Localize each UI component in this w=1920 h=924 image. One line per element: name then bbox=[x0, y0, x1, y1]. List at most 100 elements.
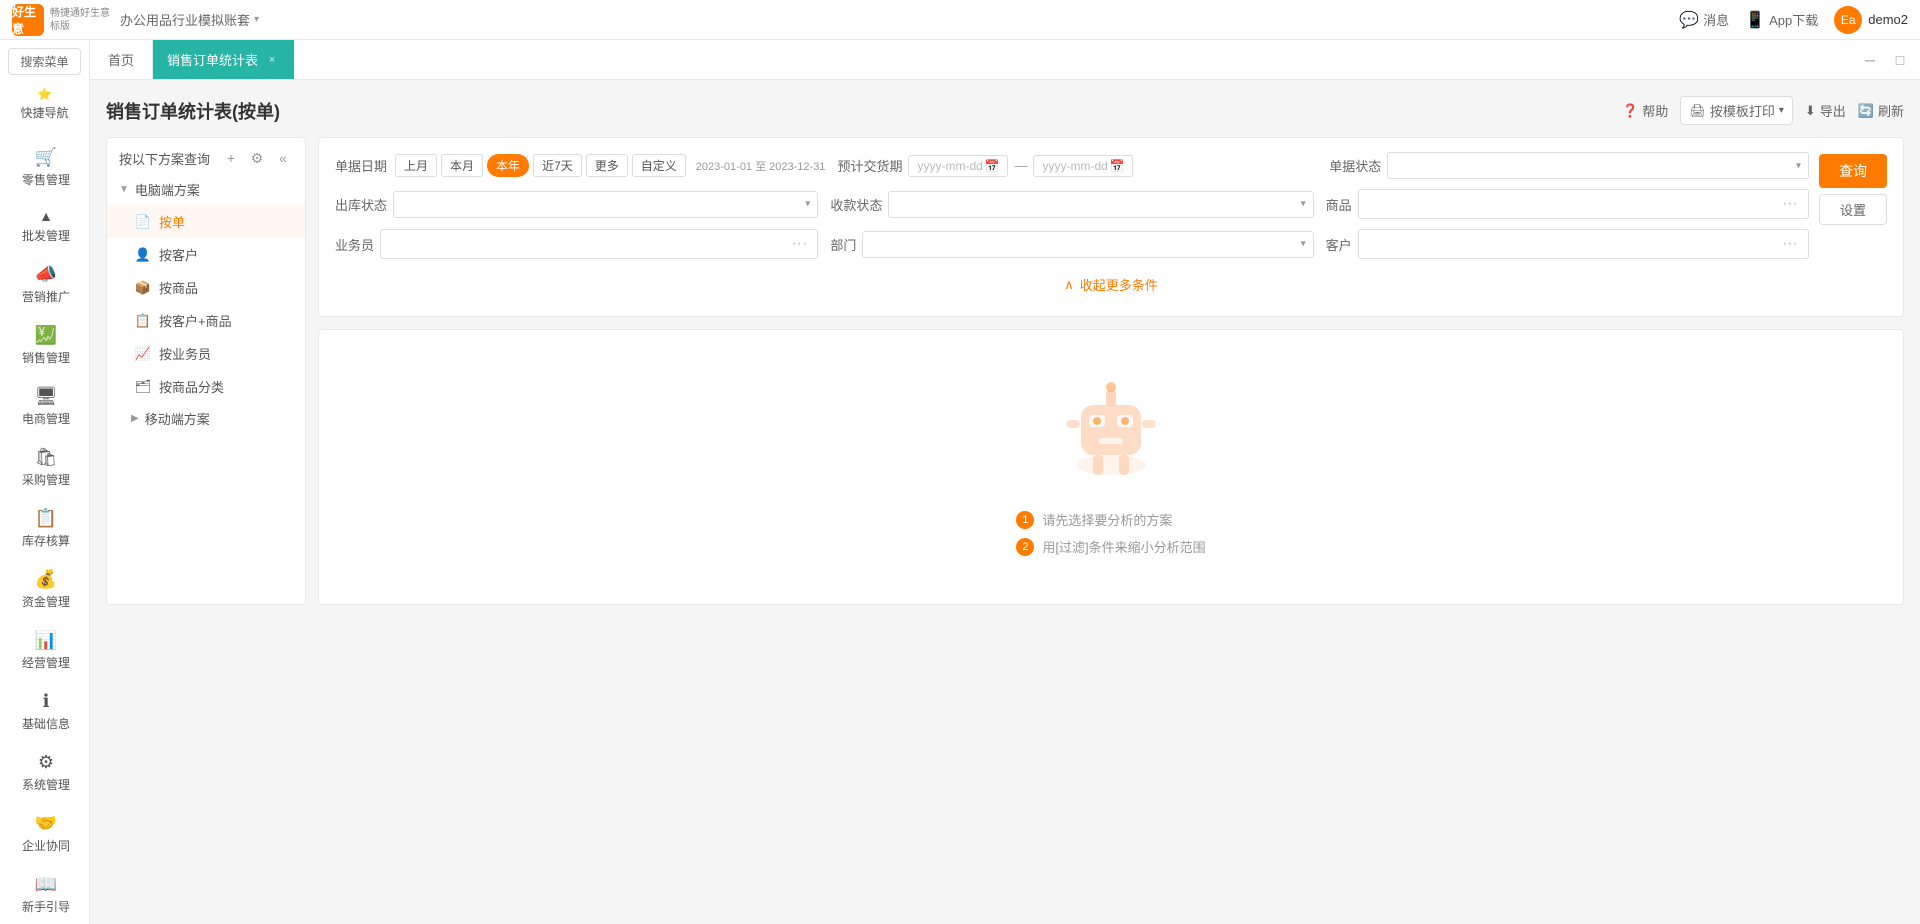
mobile-group-chevron-icon: ▶ bbox=[131, 413, 139, 424]
sidebar-item-marketing[interactable]: 📣 营销推广 bbox=[0, 254, 89, 315]
help-btn[interactable]: ❓ 帮助 bbox=[1622, 101, 1668, 120]
scheme-item-by-goods[interactable]: 📦 按商品 bbox=[107, 271, 305, 304]
tab-close-btn[interactable]: × bbox=[264, 52, 280, 68]
customer-icon: 👤 bbox=[135, 247, 151, 263]
filter-area: 单据日期 上月 本月 本年 近7天 更多 自定义 bbox=[318, 137, 1904, 317]
sidebar-item-system[interactable]: ⚙ 系统管理 bbox=[0, 742, 89, 803]
sidebar-item-purchase[interactable]: 🛍 采购管理 bbox=[0, 437, 89, 498]
department-cell: 部门 ▾ bbox=[830, 231, 1313, 258]
scheme-settings-btn[interactable]: ⚙ bbox=[247, 148, 267, 168]
sidebar-item-finance[interactable]: 💰 资金管理 bbox=[0, 559, 89, 620]
sidebar-item-enterprise[interactable]: 🤝 企业协同 bbox=[0, 803, 89, 864]
custom-btn[interactable]: 自定义 bbox=[632, 154, 686, 177]
tab-active[interactable]: 销售订单统计表 × bbox=[153, 40, 294, 79]
scheme-group-desktop-header[interactable]: ▼ 电脑端方案 bbox=[107, 174, 305, 205]
filter-row-3: 业务员 ··· 部门 ▾ bbox=[335, 229, 1809, 259]
sidebar-label-purchase: 采购管理 bbox=[22, 471, 70, 488]
refresh-btn[interactable]: 🔄 刷新 bbox=[1858, 101, 1904, 120]
top-bar-right: 💬 消息 📱 App下载 Ea demo2 bbox=[1679, 6, 1908, 34]
scheme-add-btn[interactable]: + bbox=[221, 148, 241, 168]
salesperson-input[interactable]: ··· bbox=[380, 229, 818, 259]
sidebar-label-wholesale: 批发管理 bbox=[22, 227, 70, 244]
delivery-status-select[interactable] bbox=[393, 191, 818, 218]
template-print-btn[interactable]: 🖨 按模板打印 ▾ bbox=[1680, 96, 1793, 125]
settings-btn[interactable]: 设置 bbox=[1819, 194, 1887, 225]
collapse-icon: ∧ bbox=[1064, 277, 1074, 293]
sidebar-item-basic[interactable]: ℹ 基础信息 bbox=[0, 681, 89, 742]
expected-date-start-placeholder: yyyy-mm-dd bbox=[917, 159, 982, 173]
empty-illustration bbox=[1051, 370, 1171, 490]
salesperson-label: 业务员 bbox=[335, 235, 374, 254]
expected-date-end-input[interactable]: yyyy-mm-dd 📅 bbox=[1033, 155, 1133, 177]
enterprise-icon: 🤝 bbox=[35, 813, 57, 834]
sidebar-label-basic: 基础信息 bbox=[22, 715, 70, 732]
workspace-selector[interactable]: 办公用品行业模拟账套 ▾ bbox=[120, 10, 259, 29]
tab-maximize-btn[interactable]: □ bbox=[1888, 48, 1912, 72]
tab-minimize-btn[interactable]: ─ bbox=[1858, 48, 1882, 72]
order-status-select[interactable] bbox=[1387, 152, 1809, 179]
scheme-group-mobile-header[interactable]: ▶ 移动端方案 bbox=[107, 403, 305, 434]
basic-icon: ℹ bbox=[43, 691, 50, 712]
quick-nav-btn[interactable]: ⭐ 快捷导航 bbox=[0, 79, 89, 129]
export-btn[interactable]: ⬇ 导出 bbox=[1805, 101, 1846, 120]
query-btn[interactable]: 查询 bbox=[1819, 154, 1887, 188]
customer-label: 客户 bbox=[1326, 235, 1352, 254]
tab-home[interactable]: 首页 bbox=[90, 40, 153, 79]
more-btn[interactable]: 更多 bbox=[586, 154, 628, 177]
search-menu-btn[interactable]: 搜索菜单 bbox=[8, 48, 81, 75]
salesperson-dots-btn[interactable]: ··· bbox=[791, 235, 807, 253]
empty-step-1: 1 请先选择要分析的方案 bbox=[1016, 510, 1205, 529]
sidebar-item-sales[interactable]: 💹 销售管理 bbox=[0, 315, 89, 376]
sidebar-item-guide[interactable]: 📖 新手引导 bbox=[0, 864, 89, 924]
workspace-area: 办公用品行业模拟账套 ▾ bbox=[120, 10, 1669, 29]
scheme-group-desktop-label: 电脑端方案 bbox=[135, 180, 200, 199]
app-download-btn[interactable]: 📱 App下载 bbox=[1745, 10, 1818, 30]
goods-dots-btn[interactable]: ··· bbox=[1782, 195, 1798, 213]
scheme-item-by-order[interactable]: 📄 按单 bbox=[107, 205, 305, 238]
retail-icon: 🛒 bbox=[35, 147, 57, 168]
help-icon: ❓ bbox=[1622, 103, 1638, 119]
message-btn[interactable]: 💬 消息 bbox=[1679, 10, 1729, 30]
tab-spacer bbox=[294, 40, 1850, 79]
group-chevron-down-icon: ▼ bbox=[119, 184, 129, 195]
this-year-btn[interactable]: 本年 bbox=[487, 154, 529, 177]
scheme-item-by-customer-goods[interactable]: 📋 按客户+商品 bbox=[107, 304, 305, 337]
expected-date-start-input[interactable]: yyyy-mm-dd 📅 bbox=[908, 155, 1008, 177]
this-month-btn[interactable]: 本月 bbox=[441, 154, 483, 177]
scheme-collapse-btn[interactable]: « bbox=[273, 148, 293, 168]
system-icon: ⚙ bbox=[38, 752, 54, 773]
scheme-item-by-salesperson[interactable]: 📈 按业务员 bbox=[107, 337, 305, 370]
user-area[interactable]: Ea demo2 bbox=[1834, 6, 1908, 34]
payment-status-select[interactable] bbox=[888, 191, 1313, 218]
goods-category-icon: 🗂 bbox=[135, 379, 151, 395]
sidebar-item-inventory[interactable]: 📋 库存核算 bbox=[0, 498, 89, 559]
sidebar-item-ecommerce[interactable]: 🖥 电商管理 bbox=[0, 376, 89, 437]
goods-input[interactable]: ··· bbox=[1358, 189, 1809, 219]
sidebar-label-retail: 零售管理 bbox=[22, 171, 70, 188]
customer-dots-btn[interactable]: ··· bbox=[1782, 235, 1798, 253]
main-panel: 按以下方案查询 + ⚙ « ▼ 电脑端方案 bbox=[106, 137, 1904, 605]
scheme-item-by-goods-category[interactable]: 🗂 按商品分类 bbox=[107, 370, 305, 403]
scheme-item-by-salesperson-label: 按业务员 bbox=[159, 344, 211, 363]
scheme-item-by-customer[interactable]: 👤 按客户 bbox=[107, 238, 305, 271]
print-icon: 🖨 bbox=[1689, 103, 1706, 119]
last7days-btn[interactable]: 近7天 bbox=[533, 154, 582, 177]
marketing-icon: 📣 bbox=[35, 264, 57, 285]
sidebar-search-area: 搜索菜单 bbox=[0, 40, 89, 79]
sidebar-item-wholesale[interactable]: ▲ 批发管理 bbox=[0, 198, 89, 254]
expected-date-end-placeholder: yyyy-mm-dd bbox=[1042, 159, 1107, 173]
page-content: 销售订单统计表(按单) ❓ 帮助 🖨 按模板打印 ▾ ⬇ 导出 bbox=[90, 80, 1920, 924]
sidebar-label-guide: 新手引导 bbox=[22, 898, 70, 915]
customer-input[interactable]: ··· bbox=[1358, 229, 1809, 259]
goods-icon: 📦 bbox=[135, 280, 151, 296]
user-avatar: Ea bbox=[1834, 6, 1862, 34]
sidebar-item-retail[interactable]: 🛒 零售管理 bbox=[0, 137, 89, 198]
mobile-icon: 📱 bbox=[1745, 10, 1765, 30]
sidebar-item-operations[interactable]: 📊 经营管理 bbox=[0, 620, 89, 681]
home-tab-label: 首页 bbox=[108, 50, 134, 69]
collapse-btn[interactable]: ∧ 收起更多条件 bbox=[335, 267, 1887, 302]
last-month-btn[interactable]: 上月 bbox=[395, 154, 437, 177]
delivery-status-cell: 出库状态 ▾ bbox=[335, 191, 818, 218]
department-select[interactable] bbox=[862, 231, 1313, 258]
scheme-group-mobile-label: 移动端方案 bbox=[145, 409, 210, 428]
